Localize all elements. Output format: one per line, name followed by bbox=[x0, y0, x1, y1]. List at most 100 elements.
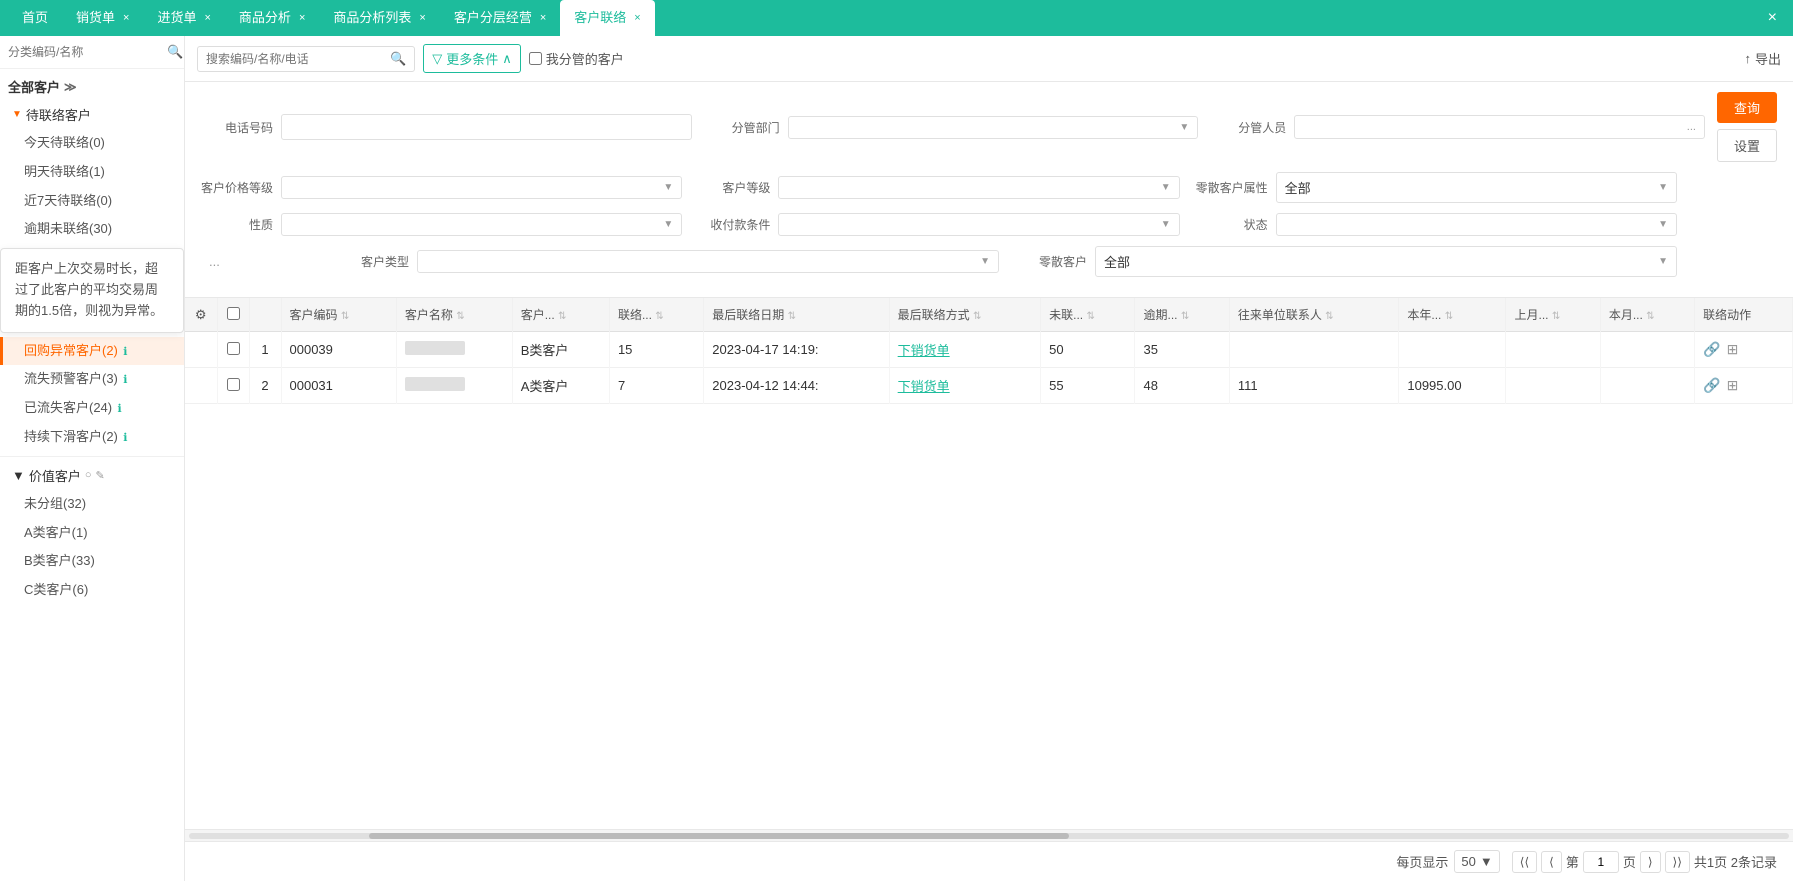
row1-checkbox[interactable] bbox=[227, 342, 240, 355]
prev-page-button[interactable]: ⟨ bbox=[1541, 851, 1562, 873]
phone-input[interactable] bbox=[281, 114, 692, 140]
more-dots-label[interactable]: ... bbox=[209, 254, 220, 269]
my-customers-checkbox[interactable] bbox=[529, 52, 542, 65]
filter-row-3: 性质 ▼ 收付款条件 ▼ 状态 bbox=[201, 213, 1777, 236]
close-purchase-order-icon[interactable]: × bbox=[204, 0, 210, 36]
sidebar-search-input[interactable] bbox=[8, 45, 163, 59]
export-button[interactable]: ↑ 导出 bbox=[1744, 49, 1781, 68]
col-name[interactable]: 客户名称 ⇅ bbox=[396, 298, 512, 332]
nav-purchase-order[interactable]: 进货单 × bbox=[143, 0, 224, 36]
scatter-attr-select[interactable]: 全部 ▼ bbox=[1276, 172, 1677, 203]
sidebar-item-7days[interactable]: 近7天待联络(0) bbox=[0, 187, 184, 216]
close-product-analysis-icon[interactable]: × bbox=[299, 0, 305, 36]
close-sales-order-icon[interactable]: × bbox=[123, 0, 129, 36]
row2-link-icon[interactable]: 🔗 bbox=[1703, 377, 1720, 394]
sidebar-item-tomorrow[interactable]: 明天待联络(1) bbox=[0, 158, 184, 187]
sidebar-item-a-class[interactable]: A类客户(1) bbox=[0, 519, 184, 548]
sidebar-item-declining[interactable]: 持续下滑客户(2) ℹ bbox=[0, 423, 184, 452]
next-page-button[interactable]: ⟩ bbox=[1640, 851, 1661, 873]
col-not-contact[interactable]: 未联... ⇅ bbox=[1041, 298, 1135, 332]
status-arrow-icon: ▼ bbox=[1658, 219, 1668, 230]
sidebar-item-churned[interactable]: 已流失客户(24) ℹ bbox=[0, 394, 184, 423]
nav-product-analysis-list[interactable]: 商品分析列表 × bbox=[319, 0, 439, 36]
scatter-customer-select[interactable]: 全部 ▼ bbox=[1095, 246, 1677, 277]
col-this-month[interactable]: 本月... ⇅ bbox=[1600, 298, 1694, 332]
page-size-select[interactable]: 50 ▼ bbox=[1454, 850, 1499, 873]
table-settings-icon[interactable]: ⚙ bbox=[195, 307, 207, 322]
sidebar-value-group[interactable]: ▼ 价值客户 ○ ✎ bbox=[0, 461, 184, 490]
col-last-month[interactable]: 上月... ⇅ bbox=[1506, 298, 1600, 332]
row1-grid-icon[interactable]: ⊞ bbox=[1727, 341, 1739, 358]
query-button[interactable]: 查询 bbox=[1717, 92, 1777, 123]
nav-customer-contact[interactable]: 客户联络 × bbox=[560, 0, 654, 36]
sidebar-search-icon[interactable]: 🔍 bbox=[167, 44, 183, 60]
my-customers-filter[interactable]: 我分管的客户 bbox=[529, 49, 624, 68]
manager-select[interactable]: ... bbox=[1294, 115, 1705, 139]
sidebar-collapse-icon[interactable]: ≫ bbox=[64, 80, 77, 94]
sidebar-item-churn-warning[interactable]: 流失预警客户(3) ℹ bbox=[0, 365, 184, 394]
col-last-date[interactable]: 最后联络日期 ⇅ bbox=[704, 298, 889, 332]
row2-settings bbox=[185, 368, 217, 404]
nav-customer-tier[interactable]: 客户分层经营 × bbox=[440, 0, 560, 36]
row2-checkbox[interactable] bbox=[227, 378, 240, 391]
settings-value-group-icon[interactable]: ✎ bbox=[96, 469, 105, 482]
col-type[interactable]: 客户... ⇅ bbox=[512, 298, 609, 332]
nav-product-analysis[interactable]: 商品分析 × bbox=[225, 0, 319, 36]
price-level-select[interactable]: ▼ bbox=[281, 176, 682, 199]
horizontal-scrollbar[interactable] bbox=[185, 829, 1793, 841]
select-all-checkbox[interactable] bbox=[227, 307, 240, 320]
sidebar-item-ungroup[interactable]: 未分组(32) bbox=[0, 490, 184, 519]
row1-last-method-link[interactable]: 下销货单 bbox=[898, 343, 950, 358]
sort-type-icon: ⇅ bbox=[558, 311, 566, 322]
nature-select[interactable]: ▼ bbox=[281, 213, 682, 236]
scrollbar-track[interactable] bbox=[189, 833, 1789, 839]
close-customer-tier-icon[interactable]: × bbox=[540, 0, 546, 36]
row1-link-icon[interactable]: 🔗 bbox=[1703, 341, 1720, 358]
nav-home[interactable]: 首页 bbox=[8, 0, 62, 36]
status-select[interactable]: ▼ bbox=[1276, 213, 1677, 236]
nature-arrow-icon: ▼ bbox=[663, 219, 673, 230]
close-all-tabs-button[interactable]: × bbox=[1768, 9, 1777, 27]
row1-settings bbox=[185, 332, 217, 368]
col-code[interactable]: 客户编码 ⇅ bbox=[281, 298, 396, 332]
customer-type-select[interactable]: ▼ bbox=[417, 250, 999, 273]
filter-search-input[interactable] bbox=[206, 52, 386, 66]
close-customer-contact-icon[interactable]: × bbox=[634, 0, 640, 36]
first-page-button[interactable]: ⟨⟨ bbox=[1512, 851, 1537, 873]
customer-level-select[interactable]: ▼ bbox=[778, 176, 1179, 199]
filter-field-status: 状态 ▼ bbox=[1196, 213, 1677, 236]
settings-button[interactable]: 设置 bbox=[1717, 129, 1777, 162]
sidebar-item-c-class[interactable]: C类客户(6) bbox=[0, 576, 184, 605]
page-number-input[interactable] bbox=[1583, 851, 1619, 873]
col-this-year[interactable]: 本年... ⇅ bbox=[1399, 298, 1506, 332]
payment-select[interactable]: ▼ bbox=[778, 213, 1179, 236]
sidebar-wait-contact-group[interactable]: ▼ 待联络客户 bbox=[0, 100, 184, 129]
sidebar-item-overdue[interactable]: 逾期未联络(30) bbox=[0, 215, 184, 244]
sidebar: 🔍 全部客户 ≫ ▼ 待联络客户 今天待联络(0) 明天待联络(1) 近7天待联… bbox=[0, 36, 185, 881]
per-page-label: 每页显示 bbox=[1396, 852, 1448, 871]
sidebar-item-b-class[interactable]: B类客户(33) bbox=[0, 547, 184, 576]
dept-label: 分管部门 bbox=[708, 119, 788, 136]
last-page-button[interactable]: ⟩⟩ bbox=[1665, 851, 1690, 873]
scrollbar-thumb[interactable] bbox=[369, 833, 1069, 839]
manager-dots-icon[interactable]: ... bbox=[1687, 121, 1696, 133]
nav-sales-order[interactable]: 销货单 × bbox=[62, 0, 143, 36]
close-product-list-icon[interactable]: × bbox=[419, 0, 425, 36]
col-overdue[interactable]: 逾期... ⇅ bbox=[1135, 298, 1229, 332]
filter-more-conditions-button[interactable]: ▽ 更多条件 ∧ bbox=[423, 44, 521, 73]
sidebar-item-repurchase-abnormal[interactable]: 回购异常客户(2) ℹ bbox=[0, 337, 184, 366]
sidebar-item-today[interactable]: 今天待联络(0) bbox=[0, 129, 184, 158]
filter-search-icon[interactable]: 🔍 bbox=[390, 51, 406, 67]
info-icon-churned: ℹ bbox=[117, 403, 121, 415]
edit-value-group-icon[interactable]: ○ bbox=[85, 469, 92, 481]
sidebar-all-customers-header: 全部客户 ≫ bbox=[0, 69, 184, 100]
dept-select[interactable]: ▼ bbox=[788, 116, 1199, 139]
row2-last-method-link[interactable]: 下销货单 bbox=[898, 379, 950, 394]
row2-grid-icon[interactable]: ⊞ bbox=[1727, 377, 1739, 394]
col-last-method[interactable]: 最后联络方式 ⇅ bbox=[889, 298, 1040, 332]
col-contact[interactable]: 联络... ⇅ bbox=[609, 298, 703, 332]
col-settings[interactable]: ⚙ bbox=[185, 298, 217, 332]
row2-action-icons: 🔗 ⊞ bbox=[1703, 377, 1784, 394]
payment-label: 收付款条件 bbox=[698, 216, 778, 233]
col-unit-contact[interactable]: 往来单位联系人 ⇅ bbox=[1229, 298, 1399, 332]
